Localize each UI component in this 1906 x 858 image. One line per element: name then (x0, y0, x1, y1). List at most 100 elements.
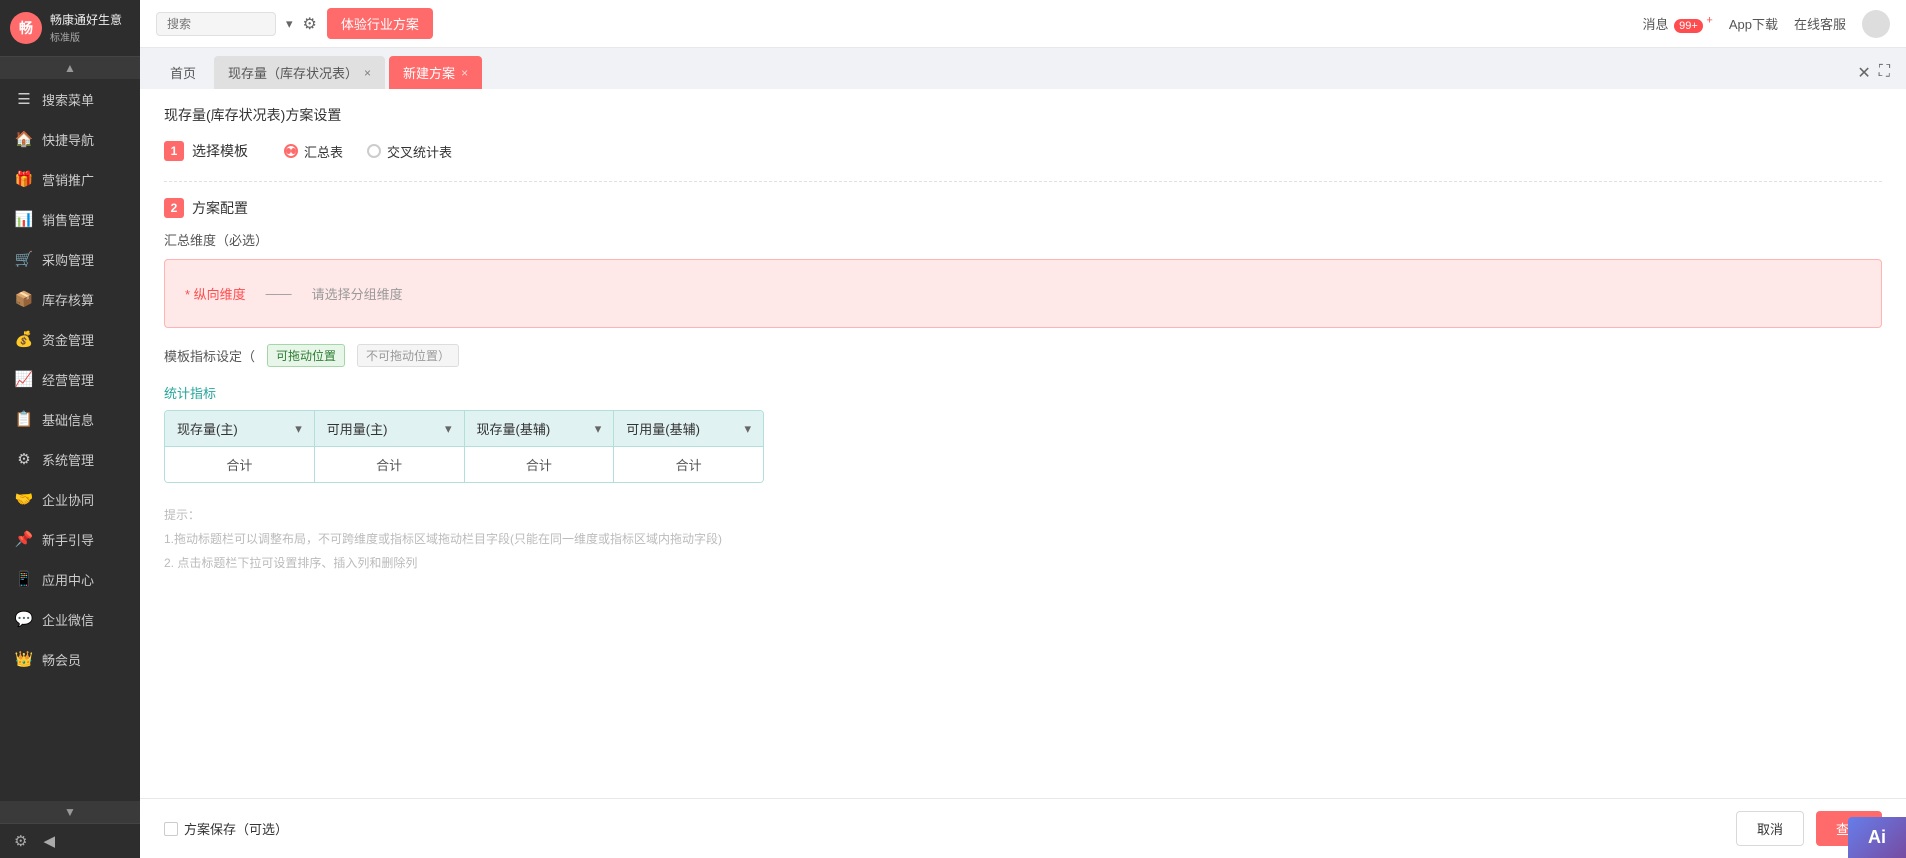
app-name: 畅康通好生意 (50, 12, 122, 29)
tab-new-plan-close[interactable]: × (461, 66, 468, 80)
draggable-badge: 可拖动位置 (267, 344, 345, 367)
inventory-icon: 📦 (14, 289, 34, 309)
cooperation-icon: 🤝 (14, 489, 34, 509)
sidebar-item-basic-info[interactable]: 📋 基础信息 (0, 399, 140, 439)
cell-0: 合计 (165, 447, 315, 482)
sidebar-item-sales[interactable]: 📊 销售管理 (0, 199, 140, 239)
settings-footer-btn[interactable]: ⚙ (14, 832, 27, 850)
online-support-link[interactable]: 在线客服 (1794, 14, 1846, 33)
radio-summary[interactable]: 汇总表 (284, 142, 343, 161)
messages-plus: + (1706, 15, 1712, 27)
sidebar-item-label: 搜索菜单 (42, 90, 94, 109)
section2-number: 2 (164, 198, 184, 218)
topbar-search-input[interactable] (156, 12, 276, 36)
sidebar-item-label: 采购管理 (42, 250, 94, 269)
tab-home[interactable]: 首页 (156, 56, 210, 89)
page-title: 现存量(库存状况表)方案设置 (164, 105, 1882, 125)
sidebar-item-purchase[interactable]: 🛒 采购管理 (0, 239, 140, 279)
sidebar-item-marketing[interactable]: 🎁 营销推广 (0, 159, 140, 199)
sidebar-item-label: 销售管理 (42, 210, 94, 229)
topbar: ▾ ⚙ 体验行业方案 消息 99+ + App下载 在线客服 (140, 0, 1906, 48)
sidebar-item-app-center[interactable]: 📱 应用中心 (0, 559, 140, 599)
sidebar-item-label: 企业微信 (42, 610, 94, 629)
divider1 (164, 181, 1882, 182)
basic-info-icon: 📋 (14, 409, 34, 429)
col-name-3: 可用量(基辅) (626, 419, 700, 438)
col-dropdown-0[interactable]: ▾ (295, 421, 302, 437)
indicator-settings-text: 模板指标设定（ (164, 346, 255, 365)
save-checkbox[interactable] (164, 822, 178, 836)
col-header-1[interactable]: 可用量(主) ▾ (315, 411, 465, 446)
wechat-icon: 💬 (14, 609, 34, 629)
radio-cross-label: 交叉统计表 (387, 142, 452, 161)
bottom-bar: 方案保存（可选） 取消 查询 (140, 798, 1906, 858)
sidebar-scroll-down[interactable]: ▼ (0, 801, 140, 823)
sidebar-nav: ☰ 搜索菜单 🏠 快捷导航 🎁 营销推广 📊 销售管理 🛒 采购管理 📦 库存核… (0, 79, 140, 801)
sidebar-item-inventory[interactable]: 📦 库存核算 (0, 279, 140, 319)
radio-summary-label: 汇总表 (304, 142, 343, 161)
tip2: 2. 点击标题栏下拉可设置排序、插入列和删除列 (164, 551, 1882, 575)
col-header-2[interactable]: 现存量(基辅) ▾ (465, 411, 615, 446)
sidebar-item-new-guide[interactable]: 📌 新手引导 (0, 519, 140, 559)
dimension-placeholder: 请选择分组维度 (312, 284, 403, 303)
main-area: ▾ ⚙ 体验行业方案 消息 99+ + App下载 在线客服 首页 现存量（库存… (140, 0, 1906, 858)
expand-window-btn[interactable]: ⛶ (1879, 63, 1890, 83)
app-download-link[interactable]: App下载 (1729, 14, 1778, 33)
user-avatar[interactable] (1862, 10, 1890, 38)
col-dropdown-3[interactable]: ▾ (744, 421, 751, 437)
stats-table: 现存量(主) ▾ 可用量(主) ▾ 现存量(基辅) ▾ (164, 410, 764, 483)
sidebar-item-label: 系统管理 (42, 450, 94, 469)
topbar-dropdown-btn[interactable]: ▾ (286, 16, 293, 32)
collapse-footer-btn[interactable]: ◀ (43, 832, 55, 850)
indicator-label: 模板指标设定（ 可拖动位置 不可拖动位置） (164, 344, 1882, 367)
section2-title: 方案配置 (192, 198, 248, 218)
window-controls: ✕ ⛶ (1857, 63, 1890, 83)
section1-title: 选择模板 (192, 141, 248, 161)
col-header-0[interactable]: 现存量(主) ▾ (165, 411, 315, 446)
marketing-icon: 🎁 (14, 169, 34, 189)
topbar-gear-btn[interactable]: ⚙ (303, 14, 317, 34)
aggregate-dim-label: 汇总维度（必选） (164, 230, 1882, 249)
trial-btn[interactable]: 体验行业方案 (327, 8, 433, 39)
ai-badge[interactable]: Ai (1848, 817, 1906, 858)
section-template: 1 选择模板 汇总表 交叉统计表 (164, 141, 1882, 161)
sidebar-item-label: 畅会员 (42, 650, 81, 669)
messages-link[interactable]: 消息 99+ + (1642, 14, 1712, 33)
dimension-area[interactable]: * 纵向维度 —— 请选择分组维度 (164, 259, 1882, 328)
tab-inventory-label: 现存量（库存状况表） (228, 63, 358, 82)
tips-title: 提示： (164, 508, 200, 522)
sidebar-item-quick-nav[interactable]: 🏠 快捷导航 (0, 119, 140, 159)
vertical-dim-label: * 纵向维度 (185, 284, 246, 303)
dimension-dash: —— (266, 286, 292, 301)
sidebar-logo: 畅 畅康通好生意 标准版 (0, 0, 140, 57)
sidebar-item-label: 经营管理 (42, 370, 94, 389)
section1-number: 1 (164, 141, 184, 161)
col-name-2: 现存量(基辅) (477, 419, 551, 438)
col-dropdown-1[interactable]: ▾ (445, 421, 452, 437)
cancel-button[interactable]: 取消 (1736, 811, 1804, 846)
close-window-btn[interactable]: ✕ (1857, 63, 1870, 83)
section2-header: 2 方案配置 (164, 198, 1882, 218)
sidebar-footer: ⚙ ◀ (0, 823, 140, 858)
sidebar-item-operations[interactable]: 📈 经营管理 (0, 359, 140, 399)
tab-inventory-close[interactable]: × (364, 66, 371, 80)
col-dropdown-2[interactable]: ▾ (595, 421, 602, 437)
sidebar-item-cooperation[interactable]: 🤝 企业协同 (0, 479, 140, 519)
sidebar-item-wechat[interactable]: 💬 企业微信 (0, 599, 140, 639)
template-options: 汇总表 交叉统计表 (284, 142, 452, 161)
operations-icon: 📈 (14, 369, 34, 389)
sidebar-item-members[interactable]: 👑 畅会员 (0, 639, 140, 679)
sidebar-item-finance[interactable]: 💰 资金管理 (0, 319, 140, 359)
section1-header: 1 选择模板 汇总表 交叉统计表 (164, 141, 1882, 161)
sidebar-item-system[interactable]: ⚙ 系统管理 (0, 439, 140, 479)
radio-cross[interactable]: 交叉统计表 (367, 142, 452, 161)
sidebar-scroll-up[interactable]: ▲ (0, 57, 140, 79)
cell-2: 合计 (465, 447, 615, 482)
save-option[interactable]: 方案保存（可选） (164, 819, 288, 838)
tip1: 1.拖动标题栏可以调整布局，不可跨维度或指标区域拖动栏目字段(只能在同一维度或指… (164, 527, 1882, 551)
sidebar-item-search-menu[interactable]: ☰ 搜索菜单 (0, 79, 140, 119)
col-header-3[interactable]: 可用量(基辅) ▾ (614, 411, 763, 446)
new-guide-icon: 📌 (14, 529, 34, 549)
tab-new-plan[interactable]: 新建方案 × (389, 56, 482, 89)
tab-inventory-status[interactable]: 现存量（库存状况表） × (214, 56, 385, 89)
